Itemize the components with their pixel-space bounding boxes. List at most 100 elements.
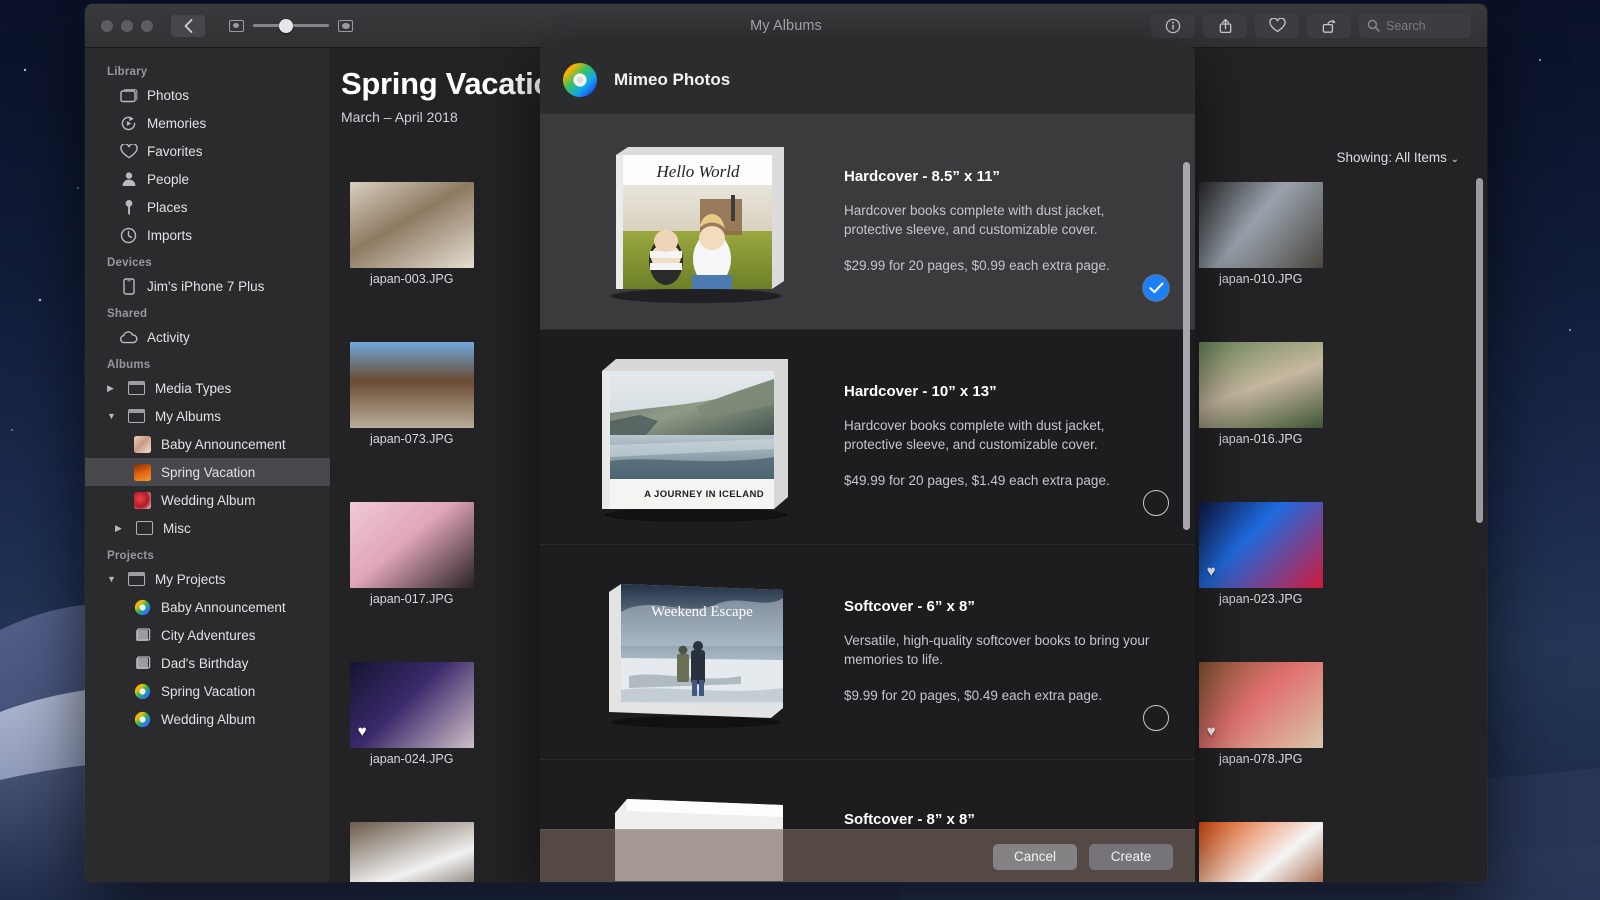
photo-cell[interactable]: japan-010.JPG <box>1190 176 1332 336</box>
product-title: Softcover - 6” x 8” <box>844 597 975 615</box>
photo-cell[interactable]: japan-073.JPG <box>341 336 483 496</box>
dialog-footer: Cancel Create <box>540 829 1195 882</box>
chevron-right-icon[interactable]: ▶ <box>115 523 126 534</box>
book-icon <box>133 627 152 644</box>
product-info: Hardcover - 8.5” x 11” Hardcover books c… <box>838 168 1175 275</box>
sidebar-item-label: Dad's Birthday <box>161 655 249 671</box>
photo-thumbnail[interactable] <box>1198 822 1323 882</box>
photo-thumbnail[interactable]: ♥ <box>349 822 474 882</box>
sidebar: Library Photos Memories Favorites People… <box>85 48 331 882</box>
photo-thumbnail[interactable] <box>349 342 474 428</box>
sidebar-item-my-albums[interactable]: ▼ My Albums <box>85 402 330 430</box>
sidebar-item-label: Misc <box>163 520 191 536</box>
book-icon <box>133 655 152 672</box>
chevron-down-icon[interactable]: ▼ <box>107 411 118 421</box>
sidebar-item-people[interactable]: People <box>85 165 330 193</box>
sidebar-section-devices: Devices <box>107 257 152 269</box>
photo-cell[interactable]: ♥ japan-078.JPG <box>1190 656 1332 816</box>
photo-cell[interactable]: ♥japan-079.JPG <box>341 816 483 882</box>
sidebar-item-label: Wedding Album <box>161 492 256 508</box>
photo-cell[interactable]: japan-037.JPG <box>1190 816 1332 882</box>
photo-cell[interactable]: japan-003.JPG <box>341 176 483 336</box>
sidebar-item-my-projects[interactable]: ▼ My Projects <box>85 565 330 593</box>
sidebar-item-baby-announcement-album[interactable]: Baby Announcement <box>85 430 330 458</box>
favorite-heart-icon: ♥ <box>357 723 367 740</box>
sidebar-item-places[interactable]: Places <box>85 193 330 221</box>
sidebar-item-media-types[interactable]: ▶ Media Types <box>85 374 330 402</box>
dialog-scrollbar[interactable] <box>1183 162 1190 530</box>
showing-filter[interactable]: Showing: All Items ⌄ <box>1337 150 1459 165</box>
rotate-button[interactable] <box>1307 13 1351 38</box>
divider <box>540 544 1195 545</box>
album-thumbnail-icon <box>133 463 152 481</box>
photo-cell[interactable]: japan-017.JPG <box>341 496 483 656</box>
album-folder-icon <box>127 380 146 397</box>
sidebar-item-memories[interactable]: Memories <box>85 109 330 137</box>
mimeo-icon <box>133 683 152 700</box>
sidebar-item-label: Spring Vacation <box>161 464 256 480</box>
photo-filename: japan-078.JPG <box>1219 752 1303 766</box>
product-radio[interactable] <box>1143 490 1169 516</box>
sidebar-item-iphone[interactable]: Jim's iPhone 7 Plus <box>85 272 330 300</box>
product-image: A JOURNEY IN ICELAND <box>548 344 838 529</box>
product-price: $49.99 for 20 pages, $1.49 each extra pa… <box>844 473 1110 489</box>
album-folder-icon <box>127 571 146 588</box>
sidebar-item-label: People <box>147 171 190 187</box>
favorite-heart-icon: ♥ <box>1206 723 1216 740</box>
photo-thumbnail[interactable]: ♥ <box>349 662 474 748</box>
sidebar-item-activity[interactable]: Activity <box>85 323 330 351</box>
sidebar-item-project-wedding-album[interactable]: Wedding Album <box>85 705 330 733</box>
product-row-hardcover-85x11[interactable]: Hello World Hardcover - 8.5” x 11” Hardc… <box>540 114 1195 329</box>
sidebar-item-project-baby-announcement[interactable]: Baby Announcement <box>85 593 330 621</box>
sidebar-item-project-spring-vacation[interactable]: Spring Vacation <box>85 677 330 705</box>
sidebar-item-imports[interactable]: Imports <box>85 221 330 249</box>
search-field[interactable]: Search <box>1359 13 1471 38</box>
mimeo-icon <box>133 599 152 616</box>
product-info: Hardcover - 10” x 13” Hardcover books co… <box>838 383 1175 490</box>
sidebar-item-misc-folder[interactable]: ▶ Misc <box>85 514 330 542</box>
chevron-down-icon[interactable]: ▼ <box>107 574 118 584</box>
share-icon <box>1219 18 1231 33</box>
sidebar-item-spring-vacation-album[interactable]: Spring Vacation <box>85 458 330 486</box>
sidebar-item-label: Media Types <box>155 380 232 396</box>
create-button[interactable]: Create <box>1089 843 1173 870</box>
favorite-button[interactable] <box>1255 13 1299 38</box>
product-radio[interactable] <box>1143 705 1169 731</box>
photo-filename: japan-010.JPG <box>1219 272 1303 286</box>
sidebar-item-project-dads-birthday[interactable]: Dad's Birthday <box>85 649 330 677</box>
chevron-right-icon[interactable]: ▶ <box>107 383 118 394</box>
sidebar-item-label: Spring Vacation <box>161 683 256 699</box>
product-row-hardcover-10x13[interactable]: A JOURNEY IN ICELAND Hardcover - 10” x 1… <box>540 329 1195 544</box>
photo-thumbnail[interactable]: ♥ <box>1198 502 1323 588</box>
mimeo-icon <box>133 711 152 728</box>
product-title: Softcover - 8” x 8” <box>844 811 975 828</box>
photo-thumbnail[interactable]: ♥ <box>1198 662 1323 748</box>
main-scrollbar[interactable] <box>1476 178 1483 523</box>
photo-thumbnail[interactable] <box>349 182 474 268</box>
sidebar-item-photos[interactable]: Photos <box>85 81 330 109</box>
photo-cell[interactable]: ♥ japan-023.JPG <box>1190 496 1332 656</box>
info-button[interactable] <box>1151 13 1195 38</box>
pin-icon <box>119 199 138 216</box>
sidebar-item-project-city-adventures[interactable]: City Adventures <box>85 621 330 649</box>
cancel-button[interactable]: Cancel <box>993 843 1077 870</box>
photo-cell[interactable]: japan-016.JPG <box>1190 336 1332 496</box>
showing-label: Showing: All Items <box>1336 150 1447 165</box>
product-radio-selected[interactable] <box>1143 275 1169 301</box>
share-button[interactable] <box>1203 13 1247 38</box>
sidebar-section-albums: Albums <box>107 359 151 371</box>
photo-cell[interactable]: ♥ japan-024.JPG <box>341 656 483 816</box>
favorite-heart-icon: ♥ <box>1206 563 1216 580</box>
photo-thumbnail[interactable] <box>1198 342 1323 428</box>
photo-thumbnail[interactable] <box>1198 182 1323 268</box>
sidebar-item-label: Favorites <box>147 143 203 159</box>
sidebar-item-favorites[interactable]: Favorites <box>85 137 330 165</box>
info-icon <box>1165 18 1181 33</box>
window-titlebar: My Albums Search <box>85 4 1487 48</box>
photo-thumbnail[interactable] <box>349 502 474 588</box>
product-price: $29.99 for 20 pages, $0.99 each extra pa… <box>844 258 1110 274</box>
dialog-title: Mimeo Photos <box>614 70 731 89</box>
sidebar-item-wedding-album[interactable]: Wedding Album <box>85 486 330 514</box>
sidebar-section-projects: Projects <box>107 550 154 562</box>
product-row-softcover-6x8[interactable]: Weekend Escape Softcover - 6” x 8” Versa… <box>540 544 1195 759</box>
